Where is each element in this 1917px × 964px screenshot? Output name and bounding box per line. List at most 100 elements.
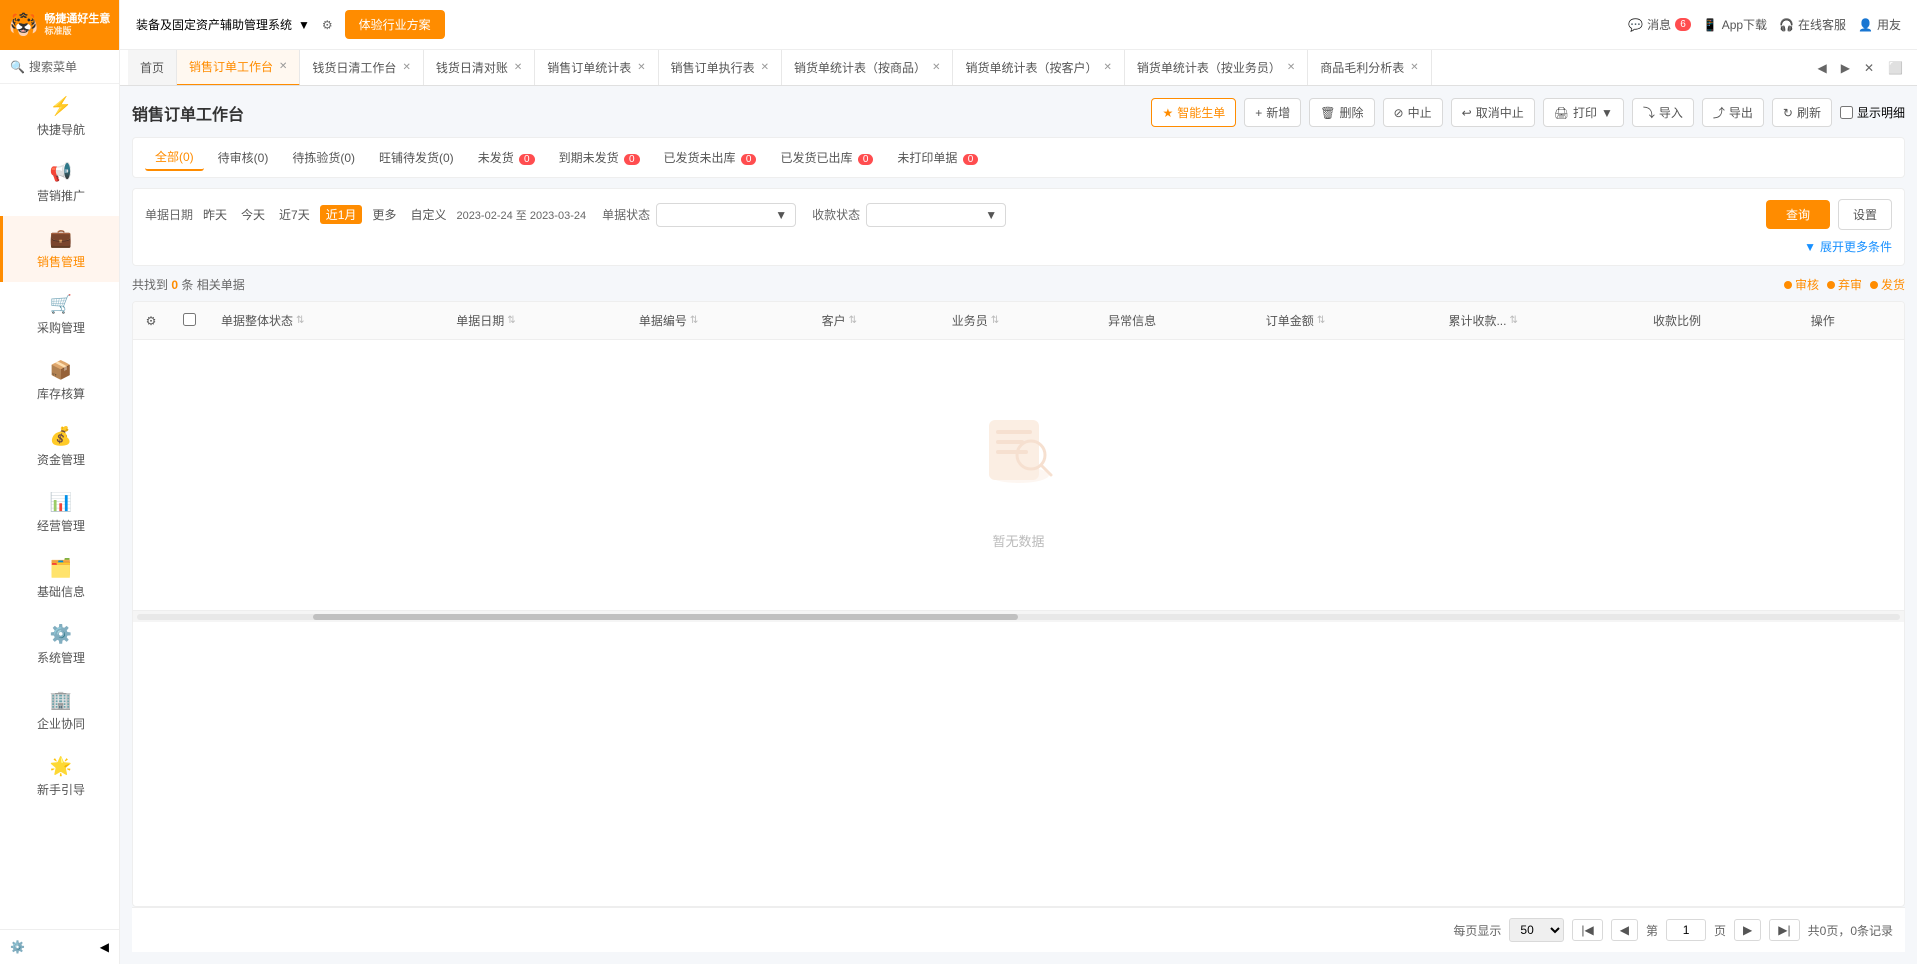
tab-close-all-btn[interactable]: ✕ xyxy=(1858,59,1880,77)
settings-icon[interactable]: ⚙️ xyxy=(10,940,25,954)
th-settings[interactable]: ⚙ xyxy=(133,302,169,340)
sidebar-item-purchase[interactable]: 🛒 采购管理 xyxy=(0,282,119,348)
date-opt-custom[interactable]: 自定义 xyxy=(406,204,450,225)
status-tab-overdue-ship[interactable]: 到期未发货 0 xyxy=(549,145,650,170)
sort-number[interactable]: 单据编号 ⇅ xyxy=(639,312,798,329)
expand-row: ▼ 展开更多条件 xyxy=(145,238,1892,255)
sidebar-item-guide[interactable]: 🌟 新手引导 xyxy=(0,744,119,810)
trial-button[interactable]: 体验行业方案 xyxy=(345,10,445,39)
tab-close-margin[interactable]: ✕ xyxy=(1410,62,1418,73)
tab-prev-btn[interactable]: ◀ xyxy=(1812,59,1833,77)
pause-button[interactable]: ⊘ 中止 xyxy=(1383,98,1443,127)
export-button[interactable]: ⤴ 导出 xyxy=(1702,98,1764,127)
system-title[interactable]: 装备及固定资产辅助管理系统 ▼ xyxy=(136,16,310,33)
delete-icon: 🗑 xyxy=(1320,106,1335,120)
status-select[interactable]: ▼ xyxy=(656,203,796,227)
status-tab-shipped-out[interactable]: 已发货已出库 0 xyxy=(770,145,883,170)
tab-qianhuo-workbench[interactable]: 钱货日清工作台 ✕ xyxy=(300,50,423,86)
tab-close-qianhuo[interactable]: ✕ xyxy=(402,62,410,73)
sidebar-item-basic[interactable]: 🗂️ 基础信息 xyxy=(0,546,119,612)
tab-next-btn[interactable]: ▶ xyxy=(1835,59,1856,77)
tab-close-by-product[interactable]: ✕ xyxy=(932,62,940,73)
pagination-next-btn[interactable]: ▶ xyxy=(1734,919,1761,941)
tab-sales-by-customer[interactable]: 销货单统计表（按客户） ✕ xyxy=(953,50,1124,86)
user-action[interactable]: 👤 用友 xyxy=(1858,16,1901,33)
status-tab-shipped-not-out[interactable]: 已发货未出库 0 xyxy=(654,145,767,170)
audit-action[interactable]: 审核 xyxy=(1784,276,1819,293)
th-salesperson: 业务员 ⇅ xyxy=(940,302,1096,340)
gear-icon[interactable]: ⚙ xyxy=(322,18,333,32)
page-input[interactable] xyxy=(1666,919,1706,941)
print-button[interactable]: 🖨 打印 ▼ xyxy=(1543,98,1624,127)
pagination-last-btn[interactable]: ▶| xyxy=(1769,919,1799,941)
sidebar-item-marketing[interactable]: 📢 营销推广 xyxy=(0,150,119,216)
date-opt-1month[interactable]: 近1月 xyxy=(320,205,363,224)
sort-date[interactable]: 单据日期 ⇅ xyxy=(456,312,615,329)
tab-sales-by-staff[interactable]: 销货单统计表（按业务员） ✕ xyxy=(1125,50,1308,86)
collapse-icon[interactable]: ◀ xyxy=(100,940,109,954)
sidebar-item-enterprise[interactable]: 🏢 企业协同 xyxy=(0,678,119,744)
show-detail-label[interactable]: 显示明细 xyxy=(1840,104,1905,121)
sidebar-item-sales[interactable]: 💼 销售管理 xyxy=(0,216,119,282)
status-tab-all[interactable]: 全部(0) xyxy=(145,144,204,171)
tab-close-by-staff[interactable]: ✕ xyxy=(1287,62,1295,73)
tab-order-exec[interactable]: 销售订单执行表 ✕ xyxy=(659,50,782,86)
delete-button[interactable]: 🗑 删除 xyxy=(1309,98,1374,127)
payment-select[interactable]: ▼ xyxy=(866,203,1006,227)
online-service-action[interactable]: 🎧 在线客服 xyxy=(1779,16,1846,33)
date-opt-yesterday[interactable]: 昨天 xyxy=(199,204,231,225)
tab-sales-workbench[interactable]: 销售订单工作台 ✕ xyxy=(177,50,300,86)
app-download-action[interactable]: 📱 App下载 xyxy=(1703,16,1767,33)
tab-sales-by-product[interactable]: 销货单统计表（按商品） ✕ xyxy=(782,50,953,86)
expand-button[interactable]: ▼ 展开更多条件 xyxy=(1804,238,1892,255)
settings-filter-button[interactable]: 设置 xyxy=(1838,199,1892,230)
date-opt-7days[interactable]: 近7天 xyxy=(275,204,314,225)
tab-close-order-stats[interactable]: ✕ xyxy=(637,62,645,73)
sidebar-item-inventory[interactable]: 📦 库存核算 xyxy=(0,348,119,414)
tab-close-by-customer[interactable]: ✕ xyxy=(1103,62,1111,73)
tab-maximize-btn[interactable]: ⬜ xyxy=(1882,59,1909,77)
sort-order-amount[interactable]: 订单金额 ⇅ xyxy=(1266,312,1425,329)
ship-action[interactable]: 发货 xyxy=(1870,276,1905,293)
status-tab-pending-audit[interactable]: 待审核(0) xyxy=(208,145,279,170)
select-all-checkbox[interactable] xyxy=(183,313,196,326)
tab-close-order-exec[interactable]: ✕ xyxy=(761,62,769,73)
sort-customer[interactable]: 客户 ⇅ xyxy=(822,312,928,329)
status-tab-pending-check[interactable]: 待拣验货(0) xyxy=(282,145,365,170)
tab-margin-analysis[interactable]: 商品毛利分析表 ✕ xyxy=(1308,50,1431,86)
smart-create-button[interactable]: ★ 智能生单 xyxy=(1151,98,1236,127)
sidebar-item-operations[interactable]: 📊 经营管理 xyxy=(0,480,119,546)
tab-close-sales[interactable]: ✕ xyxy=(279,61,287,72)
add-button[interactable]: + 新增 xyxy=(1244,98,1301,127)
page-title: 销售订单工作台 xyxy=(132,101,244,125)
per-page-select[interactable]: 50 100 200 xyxy=(1509,918,1564,942)
tab-reconciliation[interactable]: 钱货日清对账 ✕ xyxy=(424,50,535,86)
tab-close-reconciliation[interactable]: ✕ xyxy=(514,62,522,73)
tab-order-stats[interactable]: 销售订单统计表 ✕ xyxy=(535,50,658,86)
status-tab-unprinted[interactable]: 未打印单据 0 xyxy=(887,145,988,170)
import-button[interactable]: ⤵ 导入 xyxy=(1632,98,1694,127)
revoke-action[interactable]: 弃审 xyxy=(1827,276,1862,293)
pagination-first-btn[interactable]: |◀ xyxy=(1572,919,1602,941)
date-opt-today[interactable]: 今天 xyxy=(237,204,269,225)
cancel-pause-button[interactable]: ↩ 取消中止 xyxy=(1451,98,1535,127)
scroll-thumb[interactable] xyxy=(313,614,1018,620)
sidebar-item-quick-nav[interactable]: ⚡ 快捷导航 xyxy=(0,84,119,150)
refresh-button[interactable]: ↻ 刷新 xyxy=(1772,98,1832,127)
tab-home[interactable]: 首页 xyxy=(128,50,177,86)
th-checkbox[interactable] xyxy=(169,302,209,340)
sidebar-item-finance[interactable]: 💰 资金管理 xyxy=(0,414,119,480)
status-tab-wangpu[interactable]: 旺铺待发货(0) xyxy=(369,145,464,170)
show-detail-checkbox[interactable] xyxy=(1840,106,1853,119)
horizontal-scrollbar[interactable] xyxy=(133,610,1904,622)
date-opt-more[interactable]: 更多 xyxy=(368,204,400,225)
sort-collected[interactable]: 累计收款... ⇅ xyxy=(1448,312,1629,329)
pagination-prev-btn[interactable]: ◀ xyxy=(1611,919,1638,941)
query-button[interactable]: 查询 xyxy=(1766,200,1830,229)
message-action[interactable]: 💬 消息 6 xyxy=(1628,16,1691,33)
status-tab-unshipped[interactable]: 未发货 0 xyxy=(468,145,545,170)
sidebar-item-system[interactable]: ⚙️ 系统管理 xyxy=(0,612,119,678)
sort-salesperson[interactable]: 业务员 ⇅ xyxy=(952,312,1084,329)
sidebar-search[interactable]: 🔍 搜索菜单 xyxy=(0,50,119,84)
sort-status[interactable]: 单据整体状态 ⇅ xyxy=(221,312,432,329)
